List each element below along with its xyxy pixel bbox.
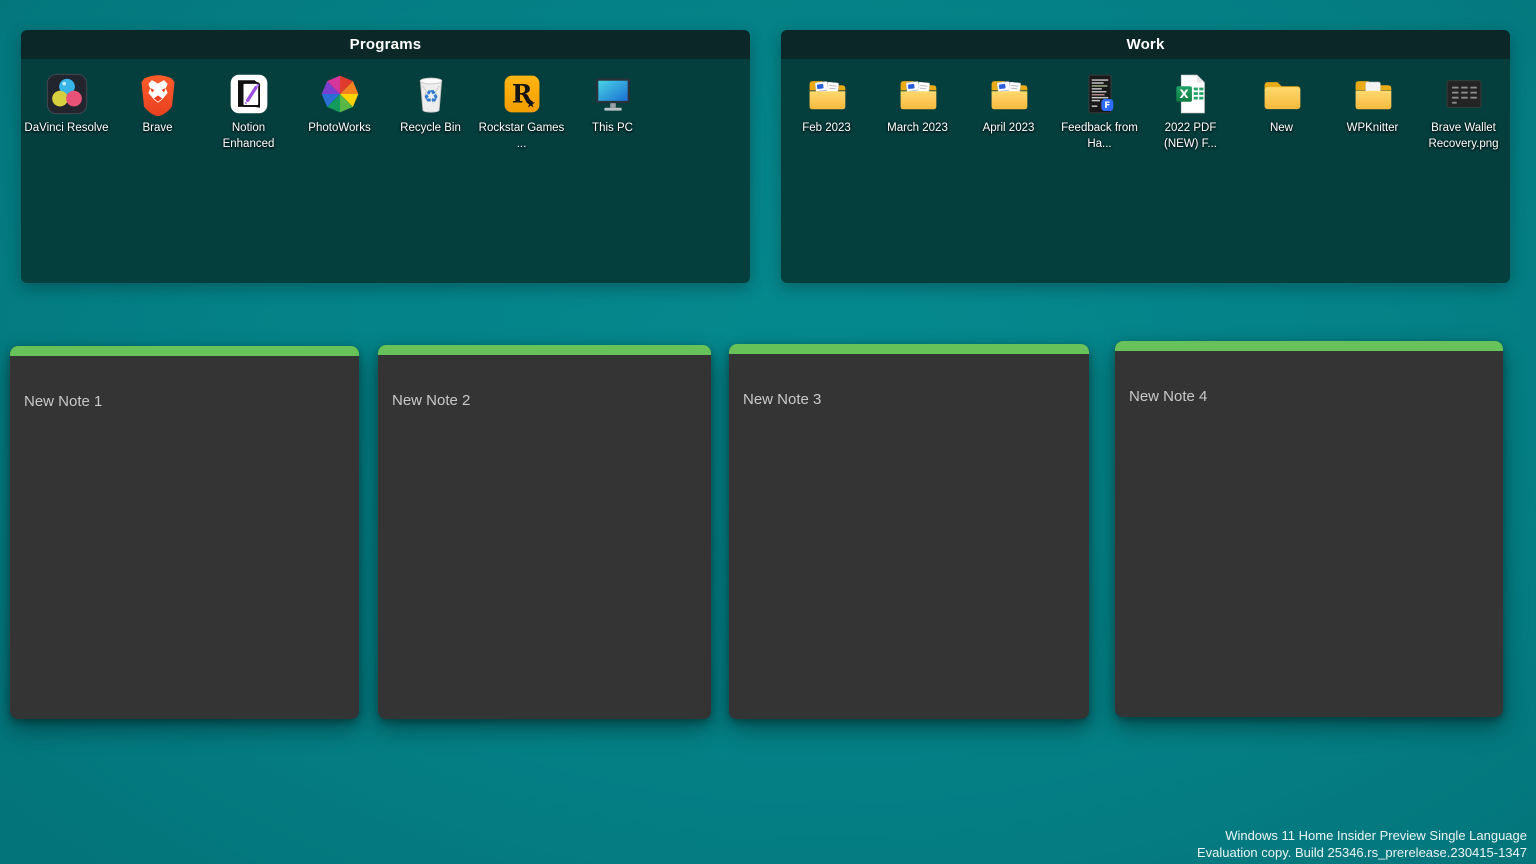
recycle-bin-icon (409, 72, 453, 116)
fence-work-title: Work (1126, 36, 1164, 53)
desktop-icon-feedback-from-ha[interactable]: Feedback from Ha... (1054, 72, 1145, 152)
icon-label: DaVinci Resolve (24, 121, 108, 137)
desktop-icon-april-2023[interactable]: April 2023 (963, 72, 1054, 137)
folder-icon (1260, 72, 1304, 116)
desktop-icon-new-folder[interactable]: New (1236, 72, 1327, 137)
watermark-line-1: Windows 11 Home Insider Preview Single L… (1197, 828, 1527, 845)
fence-programs-header[interactable]: Programs (21, 30, 750, 59)
sticky-note-accent-bar (729, 344, 1089, 354)
folder-with-paper-icon (1351, 72, 1395, 116)
icon-label: Brave (142, 121, 172, 137)
windows-evaluation-watermark: Windows 11 Home Insider Preview Single L… (1197, 828, 1527, 861)
watermark-line-2: Evaluation copy. Build 25346.rs_prerelea… (1197, 845, 1527, 862)
sticky-note-title: New Note 3 (743, 391, 1089, 408)
icon-label: Brave Wallet Recovery.png (1421, 121, 1507, 152)
fence-work-body: Feb 2023 March 2023 April 2023 Feedback … (781, 59, 1510, 283)
dark-document-icon (1078, 72, 1122, 116)
brave-icon (136, 72, 180, 116)
excel-file-icon (1169, 72, 1213, 116)
fence-work-header[interactable]: Work (781, 30, 1510, 59)
rockstar-games-icon (500, 72, 544, 116)
folder-with-documents-icon (805, 72, 849, 116)
sticky-note-2[interactable]: New Note 2 (378, 345, 711, 719)
icon-label: Feb 2023 (802, 121, 851, 137)
icon-label: WPKnitter (1347, 121, 1399, 137)
sticky-note-title: New Note 2 (392, 392, 711, 409)
icon-label: Rockstar Games ... (479, 121, 565, 152)
desktop-icon-wpknitter[interactable]: WPKnitter (1327, 72, 1418, 137)
this-pc-icon (591, 72, 635, 116)
sticky-note-title: New Note 1 (24, 393, 359, 410)
desktop-icon-notion-enhanced[interactable]: Notion Enhanced (203, 72, 294, 152)
sticky-note-accent-bar (10, 346, 359, 356)
fence-work: Work Feb 2023 March 2023 April 2023 Feed… (781, 30, 1510, 283)
sticky-note-4[interactable]: New Note 4 (1115, 341, 1503, 717)
sticky-note-title: New Note 4 (1129, 388, 1503, 405)
folder-with-documents-icon (896, 72, 940, 116)
sticky-note-1[interactable]: New Note 1 (10, 346, 359, 719)
davinci-resolve-icon (45, 72, 89, 116)
desktop: Programs DaVinci Resolve Brave Notion En… (0, 0, 1536, 864)
desktop-icon-brave[interactable]: Brave (112, 72, 203, 137)
photoworks-icon (318, 72, 362, 116)
fence-programs: Programs DaVinci Resolve Brave Notion En… (21, 30, 750, 283)
desktop-icon-davinci-resolve[interactable]: DaVinci Resolve (21, 72, 112, 137)
desktop-icon-this-pc[interactable]: This PC (567, 72, 658, 137)
fence-programs-body: DaVinci Resolve Brave Notion Enhanced Ph… (21, 59, 750, 283)
sticky-note-accent-bar (378, 345, 711, 355)
icon-label: April 2023 (983, 121, 1035, 137)
desktop-icon-photoworks[interactable]: PhotoWorks (294, 72, 385, 137)
icon-label: New (1270, 121, 1293, 137)
desktop-icon-brave-wallet-recovery[interactable]: Brave Wallet Recovery.png (1418, 72, 1509, 152)
folder-with-documents-icon (987, 72, 1031, 116)
icon-label: Recycle Bin (400, 121, 461, 137)
desktop-icon-march-2023[interactable]: March 2023 (872, 72, 963, 137)
icon-label: PhotoWorks (308, 121, 370, 137)
notion-enhanced-icon (227, 72, 271, 116)
icon-label: Feedback from Ha... (1057, 121, 1143, 152)
desktop-icon-recycle-bin[interactable]: Recycle Bin (385, 72, 476, 137)
sticky-note-accent-bar (1115, 341, 1503, 351)
icon-label: March 2023 (887, 121, 948, 137)
desktop-icon-2022-pdf-new[interactable]: 2022 PDF (NEW) F... (1145, 72, 1236, 152)
image-thumbnail-icon (1442, 72, 1486, 116)
icon-label: This PC (592, 121, 633, 137)
desktop-icon-rockstar-games[interactable]: Rockstar Games ... (476, 72, 567, 152)
fence-programs-title: Programs (350, 36, 422, 53)
icon-label: 2022 PDF (NEW) F... (1148, 121, 1234, 152)
icon-label: Notion Enhanced (206, 121, 292, 152)
sticky-note-3[interactable]: New Note 3 (729, 344, 1089, 719)
desktop-icon-feb-2023[interactable]: Feb 2023 (781, 72, 872, 137)
